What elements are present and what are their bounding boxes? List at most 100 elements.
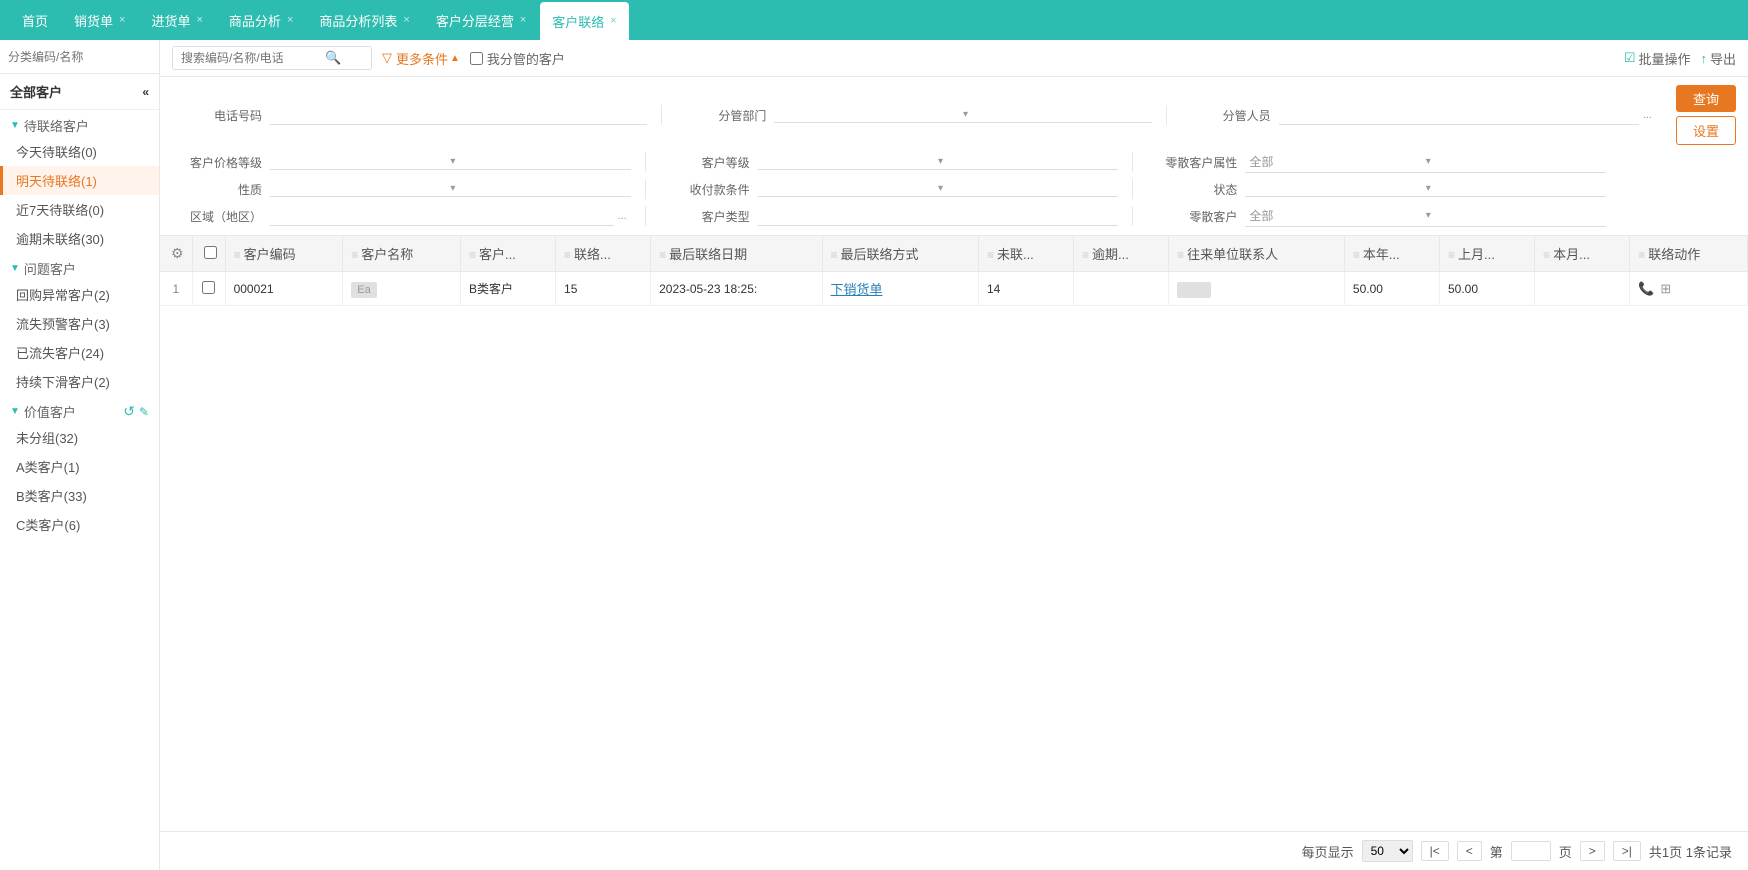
filter-region-ellipsis[interactable]: ... bbox=[614, 210, 631, 222]
filter-nature-select[interactable]: ▾ bbox=[270, 181, 631, 197]
sidebar-item-repurchase-abnormal[interactable]: 回购异常客户(2) bbox=[0, 280, 159, 309]
edit-value-icon[interactable]: ✎ bbox=[139, 405, 149, 419]
filter-icon: ▽ bbox=[382, 50, 392, 66]
phone-action-icon[interactable]: 📞 bbox=[1638, 281, 1654, 297]
per-page-select[interactable]: 50 100 200 bbox=[1362, 840, 1413, 862]
nav-purchase-order[interactable]: 进货单 × bbox=[139, 0, 214, 40]
th-code: 客户编码 bbox=[225, 236, 343, 272]
close-customer-contact-icon[interactable]: × bbox=[610, 15, 616, 27]
sidebar-item-ungrouped[interactable]: 未分组(32) bbox=[0, 423, 159, 452]
page-label2: 页 bbox=[1559, 842, 1572, 861]
filter-actions: 查询 设置 bbox=[1676, 85, 1736, 145]
row-checkbox[interactable] bbox=[202, 281, 215, 294]
filter-customer-level: 客户等级 ▾ bbox=[660, 154, 1119, 171]
close-customer-tier-icon[interactable]: × bbox=[520, 14, 526, 26]
divider-8 bbox=[1132, 206, 1133, 226]
filter-search-icon[interactable]: 🔍 bbox=[325, 50, 341, 66]
my-customers-checkbox[interactable] bbox=[470, 52, 483, 65]
td-overdue bbox=[1074, 272, 1169, 306]
next-page-btn[interactable]: > bbox=[1580, 841, 1605, 861]
sidebar-item-overdue-contact[interactable]: 逾期未联络(30) bbox=[0, 224, 159, 253]
td-num: 1 bbox=[160, 272, 192, 306]
filter-payment-select[interactable]: ▾ bbox=[758, 181, 1119, 197]
export-btn[interactable]: ↑ 导出 bbox=[1700, 49, 1736, 68]
my-customers-checkbox-area[interactable]: 我分管的客户 bbox=[470, 49, 565, 68]
sidebar-item-class-a[interactable]: A类客户(1) bbox=[0, 452, 159, 481]
filter-bar: 🔍 ▽ 更多条件 ▲ 我分管的客户 ☑ 批量操作 ↑ 导出 bbox=[160, 40, 1748, 77]
chevron-status-icon: ▾ bbox=[1426, 183, 1602, 194]
filter-scatter-attr-select[interactable]: 全部 ▾ bbox=[1245, 151, 1606, 173]
filter-person-ellipsis[interactable]: ... bbox=[1639, 109, 1656, 121]
prev-page-btn[interactable]: < bbox=[1457, 841, 1482, 861]
filter-price-level-select[interactable]: ▾ bbox=[270, 154, 631, 170]
sidebar-search-box[interactable]: 🔍 bbox=[0, 40, 159, 74]
sidebar-item-class-c[interactable]: C类客户(6) bbox=[0, 510, 159, 539]
filter-customer-type-label: 客户类型 bbox=[660, 208, 750, 225]
triangle-value-icon: ▼ bbox=[10, 406, 20, 417]
main-layout: 🔍 全部客户 « ▼ 待联络客户 今天待联络(0) 明天待联络(1) 近7天待联… bbox=[0, 40, 1748, 870]
th-contact-count: 联络... bbox=[556, 236, 651, 272]
nav-product-analysis[interactable]: 商品分析 × bbox=[217, 0, 305, 40]
td-checkbox[interactable] bbox=[192, 272, 225, 306]
sidebar-item-class-b[interactable]: B类客户(33) bbox=[0, 481, 159, 510]
search-input[interactable] bbox=[181, 51, 321, 65]
td-last-method[interactable]: 下销货单 bbox=[822, 272, 978, 306]
filter-dept-select[interactable]: ▾ bbox=[774, 107, 1151, 123]
close-product-analysis-list-icon[interactable]: × bbox=[403, 14, 409, 26]
collapse-sidebar-icon[interactable]: « bbox=[142, 85, 149, 99]
nav-customer-contact[interactable]: 客户联络 × bbox=[540, 2, 628, 40]
nav-product-analysis-list[interactable]: 商品分析列表 × bbox=[307, 0, 421, 40]
reset-btn[interactable]: 设置 bbox=[1676, 116, 1736, 145]
filter-customer-level-select[interactable]: ▾ bbox=[758, 154, 1119, 170]
filter-scatter-customer: 零散客户 全部 ▾ bbox=[1147, 205, 1606, 227]
last-page-btn[interactable]: >| bbox=[1613, 841, 1641, 861]
filter-scatter-customer-select[interactable]: 全部 ▾ bbox=[1245, 205, 1606, 227]
batch-op-btn[interactable]: ☑ 批量操作 bbox=[1624, 49, 1691, 68]
refresh-value-icon[interactable]: ↺ bbox=[123, 403, 135, 420]
nav-customer-tier[interactable]: 客户分层经营 × bbox=[424, 0, 538, 40]
th-type: 客户... bbox=[460, 236, 555, 272]
filter-scatter-attr: 零散客户属性 全部 ▾ bbox=[1147, 151, 1606, 173]
sidebar-item-churn-warning[interactable]: 流失预警客户(3) bbox=[0, 309, 159, 338]
last-contact-link[interactable]: 下销货单 bbox=[831, 282, 883, 297]
chevron-scatter-icon: ▾ bbox=[1426, 156, 1602, 167]
filter-price-level: 客户价格等级 ▾ bbox=[172, 154, 631, 171]
current-page-input[interactable]: 1 bbox=[1511, 841, 1551, 861]
sidebar: 🔍 全部客户 « ▼ 待联络客户 今天待联络(0) 明天待联络(1) 近7天待联… bbox=[0, 40, 160, 870]
select-all-checkbox[interactable] bbox=[204, 246, 217, 259]
close-sales-order-icon[interactable]: × bbox=[119, 14, 125, 26]
filter-bar-right: ☑ 批量操作 ↑ 导出 bbox=[1624, 49, 1736, 68]
sidebar-item-7days-pending[interactable]: 近7天待联络(0) bbox=[0, 195, 159, 224]
filter-customer-type-input[interactable] bbox=[758, 207, 1119, 226]
td-last-month: 50.00 bbox=[1440, 272, 1535, 306]
sidebar-item-today-pending[interactable]: 今天待联络(0) bbox=[0, 137, 159, 166]
sidebar-section-problem: ▼ 问题客户 bbox=[0, 253, 159, 280]
close-product-analysis-icon[interactable]: × bbox=[287, 14, 293, 26]
filter-person-input[interactable] bbox=[1279, 106, 1639, 125]
sidebar-search-input[interactable] bbox=[8, 50, 160, 64]
sidebar-item-churned[interactable]: 已流失客户(24) bbox=[0, 338, 159, 367]
filter-search-box[interactable]: 🔍 bbox=[172, 46, 372, 70]
settings-header-icon[interactable]: ⚙ bbox=[171, 245, 184, 261]
more-conditions-btn[interactable]: ▽ 更多条件 ▲ bbox=[382, 49, 460, 68]
nav-home[interactable]: 首页 bbox=[10, 0, 60, 40]
nav-sales-order[interactable]: 销货单 × bbox=[62, 0, 137, 40]
filter-region-label: 区域（地区） bbox=[172, 208, 262, 225]
filter-region-input[interactable] bbox=[270, 207, 614, 226]
close-purchase-order-icon[interactable]: × bbox=[196, 14, 202, 26]
filter-status-select[interactable]: ▾ bbox=[1245, 181, 1606, 197]
filter-customer-level-label: 客户等级 bbox=[660, 154, 750, 171]
divider-5 bbox=[645, 179, 646, 199]
query-btn[interactable]: 查询 bbox=[1676, 85, 1736, 112]
filter-customer-type: 客户类型 bbox=[660, 207, 1119, 226]
sidebar-all-customers[interactable]: 全部客户 « bbox=[0, 74, 159, 110]
td-contact-person bbox=[1169, 272, 1345, 306]
qr-action-icon[interactable]: ⊞ bbox=[1660, 281, 1671, 297]
chevron-dept-icon: ▾ bbox=[963, 109, 1148, 120]
table-header-row: ⚙ 客户编码 客户名称 客户... 联络... 最后联络日期 最后联络方式 未联… bbox=[160, 236, 1748, 272]
sidebar-item-declining[interactable]: 持续下滑客户(2) bbox=[0, 367, 159, 396]
first-page-btn[interactable]: |< bbox=[1421, 841, 1449, 861]
filter-dept: 分管部门 ▾ bbox=[676, 107, 1151, 124]
filter-phone-input[interactable] bbox=[270, 106, 647, 125]
sidebar-item-tomorrow-pending[interactable]: 明天待联络(1) bbox=[0, 166, 159, 195]
